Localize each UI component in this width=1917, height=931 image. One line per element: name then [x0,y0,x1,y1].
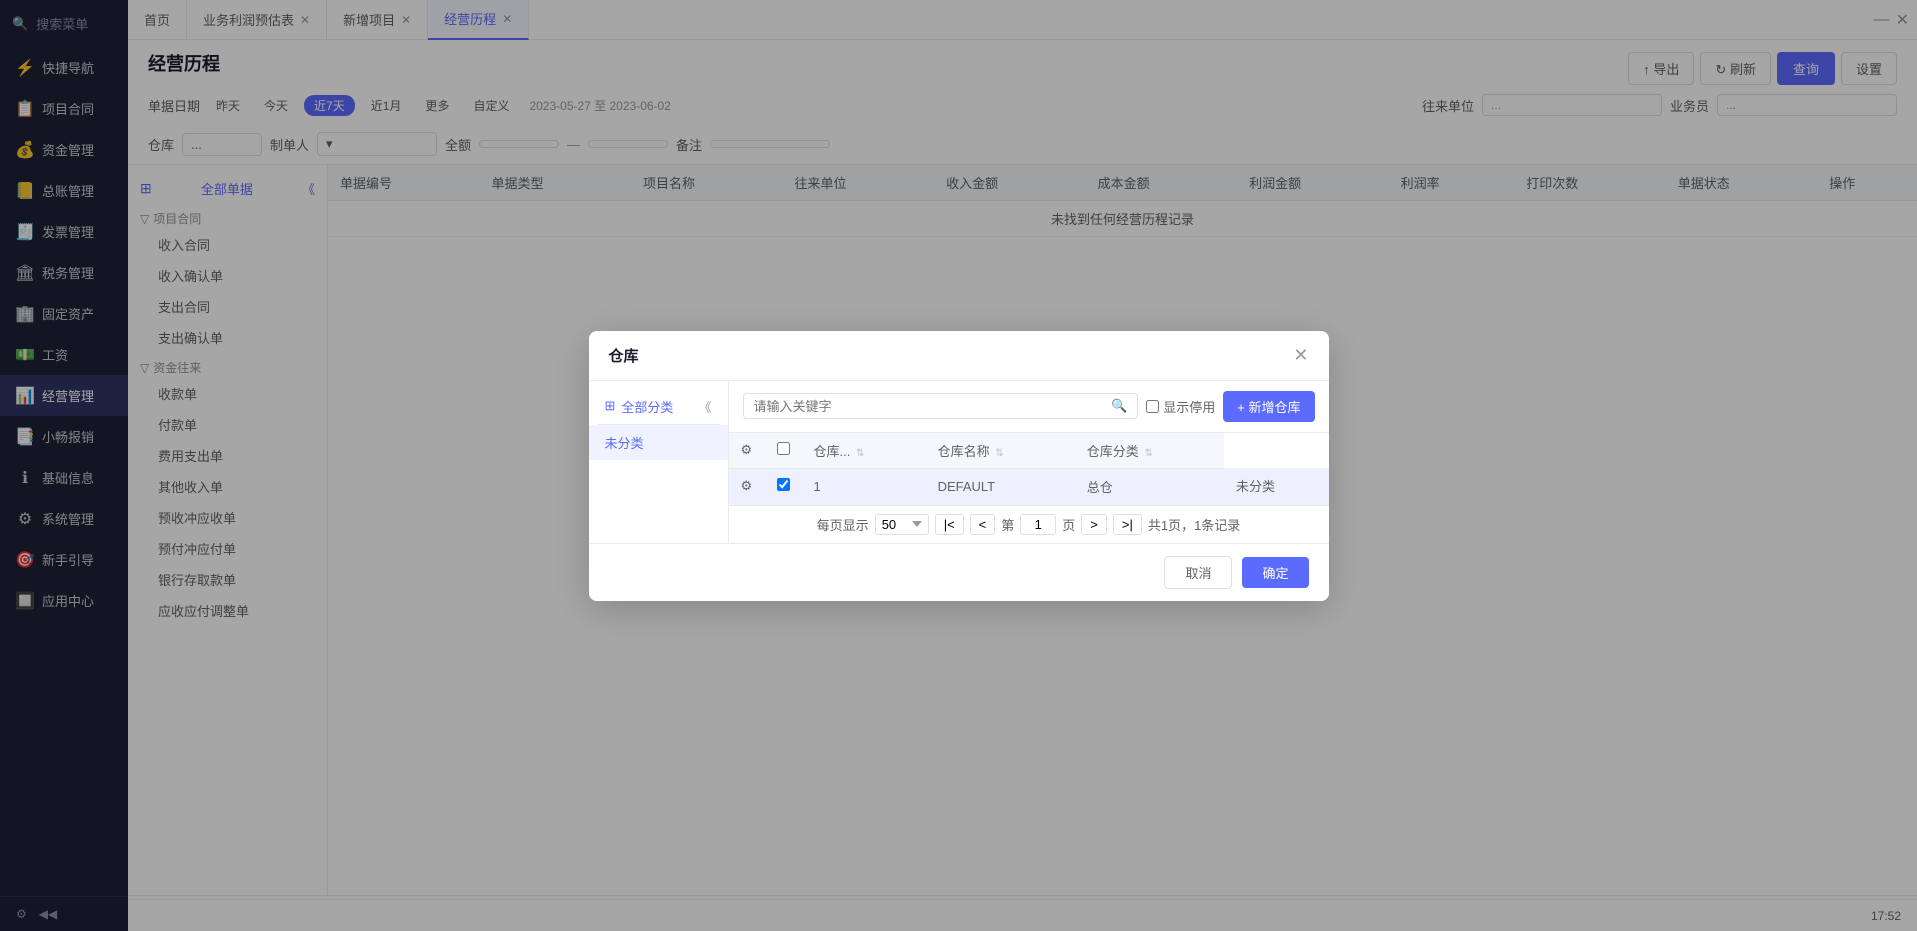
confirm-button[interactable]: 确定 [1242,557,1308,588]
modal-per-page-label: 每页显示 [817,515,869,534]
modal-col-settings: ⚙ [729,433,765,469]
add-warehouse-btn[interactable]: + 新增仓库 [1223,391,1314,422]
row-settings-icon[interactable]: ⚙ [729,468,765,504]
warehouse-modal: 仓库 ✕ ⊞ 全部分类 《 未分类 [589,331,1329,601]
modal-footer: 取消 确定 [589,543,1329,601]
row-category: 未分类 [1224,468,1328,504]
modal-page-suffix: 页 [1062,515,1075,534]
show-disabled-label[interactable]: 显示停用 [1146,397,1215,416]
row-id: 1 [802,468,926,504]
row-checkbox[interactable] [777,478,790,491]
modal-table-row[interactable]: ⚙ 1 DEFAULT 总仓 未分类 [729,468,1329,504]
modal-search-input[interactable] [754,399,1106,414]
modal-title: 仓库 [609,345,639,366]
modal-category-item-unclassified[interactable]: 未分类 [589,425,728,460]
cancel-button[interactable]: 取消 [1164,556,1232,589]
modal-select-all[interactable] [777,442,790,455]
modal-body: ⊞ 全部分类 《 未分类 🔍 [589,381,1329,543]
all-category-label: 全部分类 [621,397,673,416]
modal-close-btn[interactable]: ✕ [1293,345,1308,366]
modal-col-checkbox [765,433,802,469]
sort-code-icon: ⇅ [856,448,864,459]
modal-last-page-btn[interactable]: >| [1113,514,1142,535]
grid-icon: ⊞ [605,398,616,414]
modal-page-label: 第 [1001,515,1014,534]
modal-toolbar: 🔍 显示停用 + 新增仓库 [729,381,1329,433]
modal-col-code: 仓库... ⇅ [802,433,926,469]
modal-table: ⚙ 仓库... ⇅ 仓库名称 ⇅ [729,433,1329,505]
modal-pagination: 每页显示 50 100 |< < 第 页 > >| 共1页，1条记录 [729,505,1329,543]
show-disabled-text: 显示停用 [1163,397,1215,416]
modal-prev-page-btn[interactable]: < [970,514,996,535]
modal-col-category: 仓库分类 ⇅ [1075,433,1224,469]
show-disabled-checkbox[interactable] [1146,400,1159,413]
modal-next-page-btn[interactable]: > [1081,514,1107,535]
modal-first-page-btn[interactable]: |< [935,514,964,535]
modal-total-label: 共1页，1条记录 [1148,515,1240,534]
sort-name-icon: ⇅ [995,448,1003,459]
modal-overlay: 仓库 ✕ ⊞ 全部分类 《 未分类 [0,0,1917,931]
collapse-left-icon[interactable]: 《 [698,397,711,416]
modal-header: 仓库 ✕ [589,331,1329,381]
modal-table-wrapper: ⚙ 仓库... ⇅ 仓库名称 ⇅ [729,433,1329,505]
row-name: 总仓 [1075,468,1224,504]
row-checkbox-cell[interactable] [765,468,802,504]
modal-all-category[interactable]: ⊞ 全部分类 《 [589,389,728,424]
modal-page-input[interactable] [1020,514,1056,535]
modal-right-panel: 🔍 显示停用 + 新增仓库 ⚙ [729,381,1329,543]
modal-search-icon[interactable]: 🔍 [1111,398,1127,414]
modal-left-panel: ⊞ 全部分类 《 未分类 [589,381,729,543]
modal-search-box[interactable]: 🔍 [743,393,1139,419]
modal-col-name: 仓库名称 ⇅ [926,433,1075,469]
modal-per-page-select[interactable]: 50 100 [875,514,929,535]
sort-category-icon: ⇅ [1144,448,1152,459]
row-code: DEFAULT [926,468,1075,504]
